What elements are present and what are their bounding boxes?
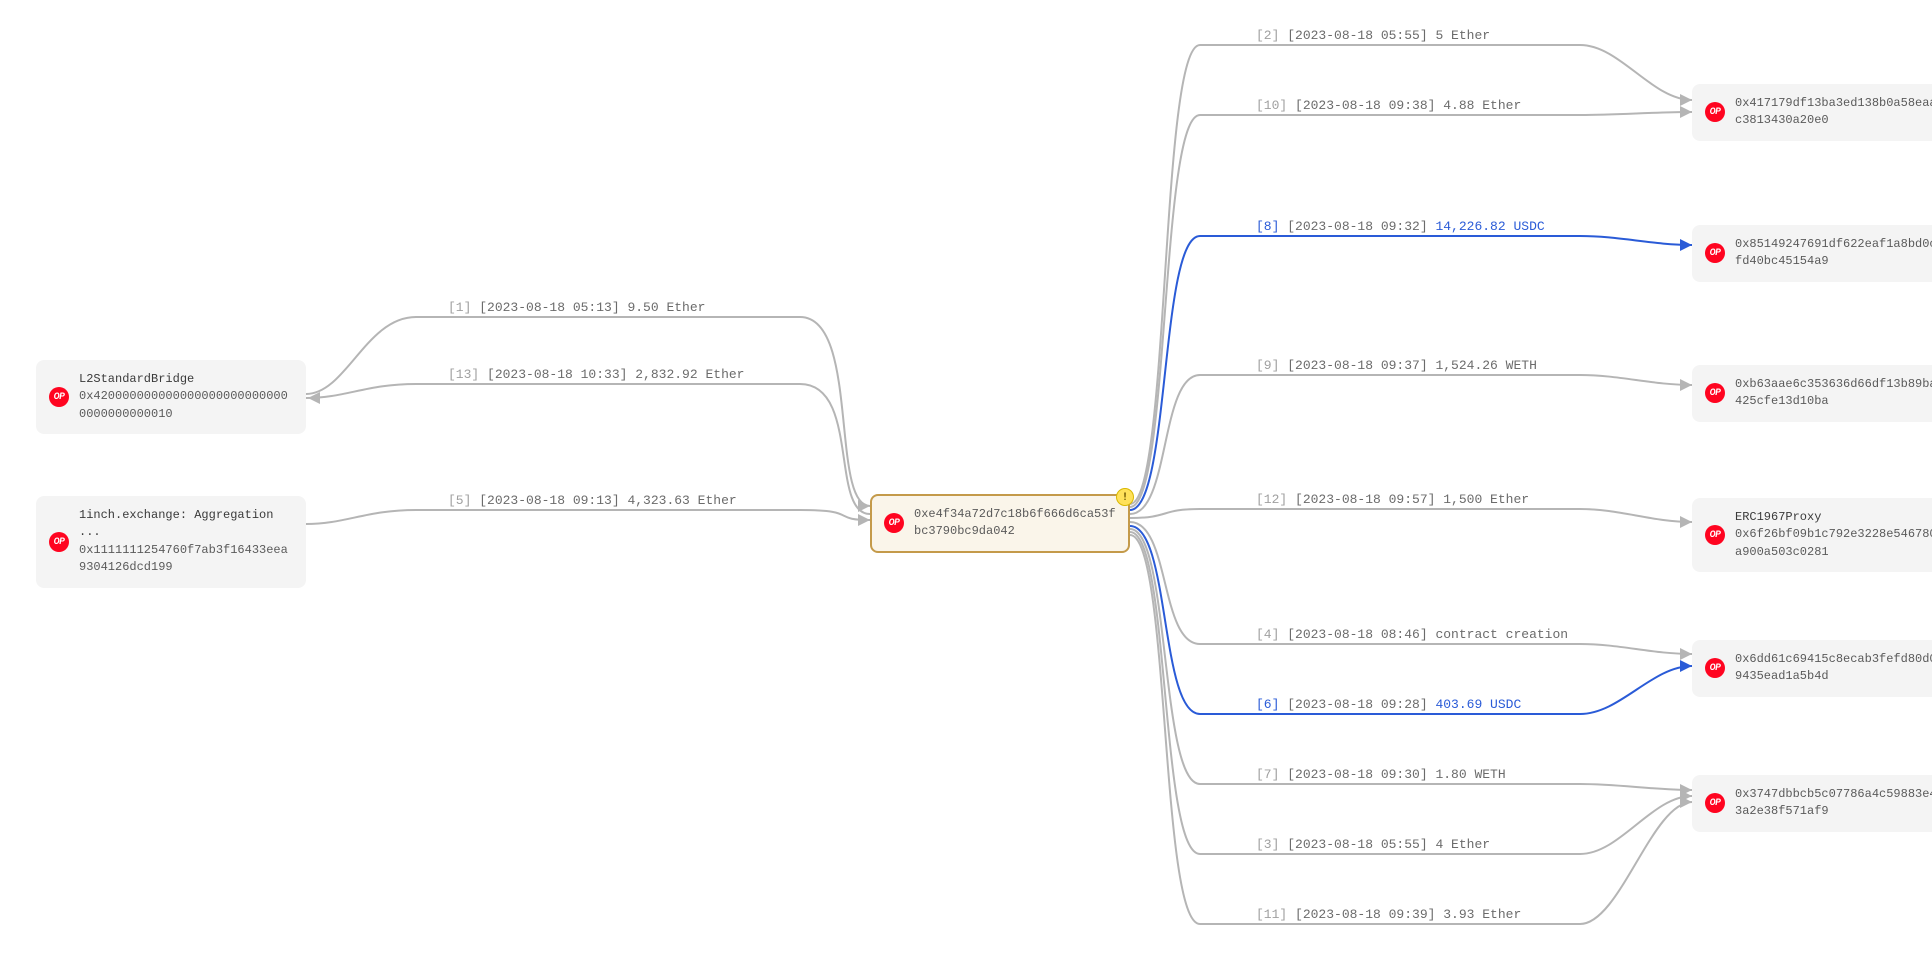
node-address: 0x42000000000000000000000000000000000000… (79, 389, 288, 420)
chain-icon: OP (49, 387, 69, 407)
node-right-6[interactable]: OP 0x3747dbbcb5c07786a4c59883e473a2e38f5… (1692, 775, 1932, 832)
svg-text:[8] [2023-08-18 09:32] 14,226.: [8] [2023-08-18 09:32] 14,226.82 USDC (1256, 219, 1545, 234)
node-right-3[interactable]: OP 0xb63aae6c353636d66df13b89ba4425cfe13… (1692, 365, 1932, 422)
svg-text:[13] [2023-08-18 10:33] 2,832.: [13] [2023-08-18 10:33] 2,832.92 Ether (448, 367, 744, 382)
node-right-1[interactable]: OP 0x417179df13ba3ed138b0a58eaa0c3813430… (1692, 84, 1932, 141)
svg-text:[9] [2023-08-18 09:37] 1,524.2: [9] [2023-08-18 09:37] 1,524.26 WETH (1256, 358, 1537, 373)
svg-text:[12] [2023-08-18 09:57] 1,500: [12] [2023-08-18 09:57] 1,500 Ether (1256, 492, 1529, 507)
center-node[interactable]: OP 0xe4f34a72d7c18b6f666d6ca53fbc3790bc9… (870, 494, 1130, 553)
warning-icon: ! (1116, 488, 1134, 506)
node-address: 0x6f26bf09b1c792e3228e5467807a900a503c02… (1735, 527, 1932, 558)
chain-icon: OP (1705, 243, 1725, 263)
svg-text:[3] [2023-08-18 05:55] 4 Ether: [3] [2023-08-18 05:55] 4 Ether (1256, 837, 1490, 852)
svg-text:[7] [2023-08-18 09:30] 1.80 WE: [7] [2023-08-18 09:30] 1.80 WETH (1256, 767, 1506, 782)
svg-text:[1] [2023-08-18 05:13] 9.50 Et: [1] [2023-08-18 05:13] 9.50 Ether (448, 300, 705, 315)
node-address: 0x417179df13ba3ed138b0a58eaa0c3813430a20… (1735, 95, 1932, 130)
node-right-4[interactable]: OP ERC1967Proxy 0x6f26bf09b1c792e3228e54… (1692, 498, 1932, 572)
node-right-5[interactable]: OP 0x6dd61c69415c8ecab3fefd80d079435ead1… (1692, 640, 1932, 697)
chain-icon: OP (1705, 525, 1725, 545)
chain-icon: OP (1705, 383, 1725, 403)
node-address: 0x6dd61c69415c8ecab3fefd80d079435ead1a5b… (1735, 651, 1932, 686)
svg-text:[6] [2023-08-18 09:28] 403.69: [6] [2023-08-18 09:28] 403.69 USDC (1256, 697, 1521, 712)
node-address: 0x3747dbbcb5c07786a4c59883e473a2e38f571a… (1735, 786, 1932, 821)
center-node-address: 0xe4f34a72d7c18b6f666d6ca53fbc3790bc9da0… (914, 506, 1116, 541)
chain-icon: OP (884, 513, 904, 533)
edges-layer: [1] [2023-08-18 05:13] 9.50 Ether [13] [2… (0, 0, 1932, 962)
node-address: 0x1111111254760f7ab3f16433eea9304126dcd1… (79, 543, 288, 574)
node-1inch-aggregation[interactable]: OP 1inch.exchange: Aggregation ... 0x111… (36, 496, 306, 588)
graph-canvas[interactable]: [1] [2023-08-18 05:13] 9.50 Ether [13] [2… (0, 0, 1932, 962)
svg-text:[2] [2023-08-18 05:55] 5 Ether: [2] [2023-08-18 05:55] 5 Ether (1256, 28, 1490, 43)
node-title: 1inch.exchange: Aggregation ... (79, 507, 293, 542)
node-address: 0xb63aae6c353636d66df13b89ba4425cfe13d10… (1735, 376, 1932, 411)
node-address: 0x85149247691df622eaf1a8bd0cafd40bc45154… (1735, 236, 1932, 271)
chain-icon: OP (49, 532, 69, 552)
svg-text:[5] [2023-08-18 09:13] 4,323.6: [5] [2023-08-18 09:13] 4,323.63 Ether (448, 493, 737, 508)
svg-text:[11] [2023-08-18 09:39] 3.93 E: [11] [2023-08-18 09:39] 3.93 Ether (1256, 907, 1521, 922)
chain-icon: OP (1705, 658, 1725, 678)
node-l2standardbridge[interactable]: OP L2StandardBridge 0x420000000000000000… (36, 360, 306, 434)
node-right-2[interactable]: OP 0x85149247691df622eaf1a8bd0cafd40bc45… (1692, 225, 1932, 282)
node-title: L2StandardBridge (79, 371, 293, 388)
chain-icon: OP (1705, 793, 1725, 813)
node-title: ERC1967Proxy (1735, 509, 1932, 526)
chain-icon: OP (1705, 102, 1725, 122)
svg-text:[10] [2023-08-18 09:38] 4.88 E: [10] [2023-08-18 09:38] 4.88 Ether (1256, 98, 1521, 113)
svg-text:[4] [2023-08-18 08:46] contra: [4] [2023-08-18 08:46] contract creation (1256, 627, 1568, 642)
